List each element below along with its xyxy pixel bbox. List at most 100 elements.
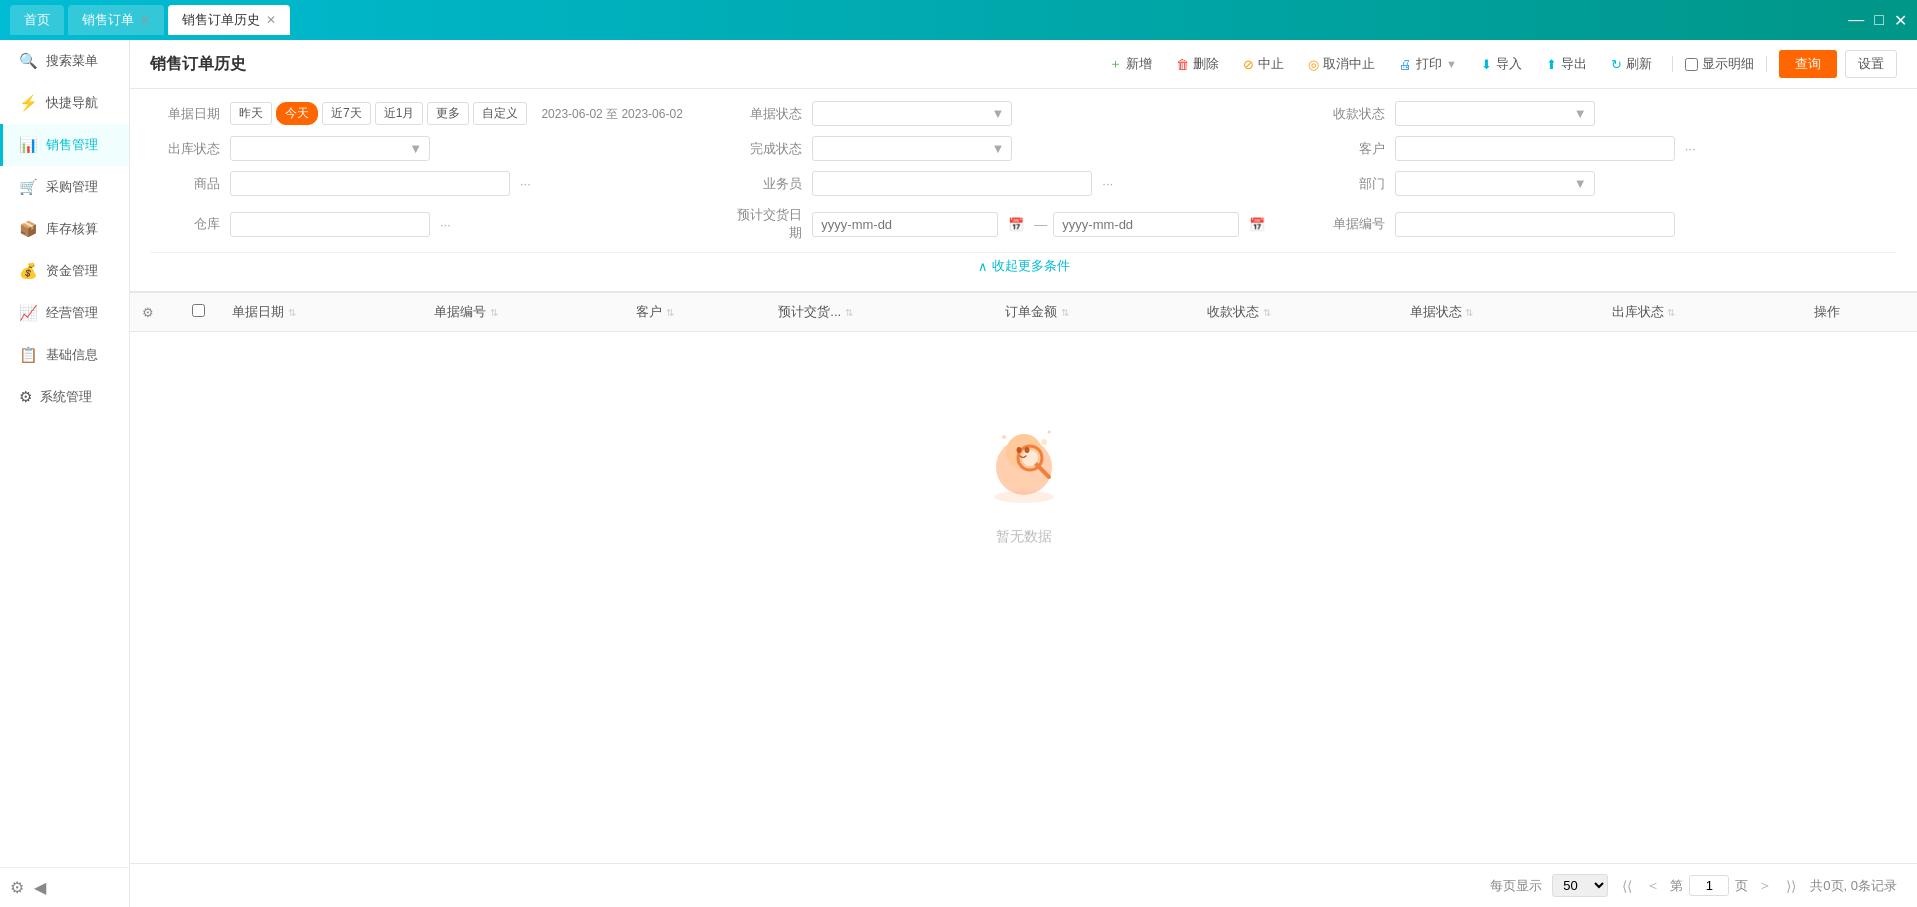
- next-page-btn[interactable]: ＞: [1754, 875, 1776, 897]
- page-size-select[interactable]: 50 10 20 100: [1552, 874, 1608, 897]
- show-detail-text: 显示明细: [1702, 55, 1754, 73]
- purchase-icon: 🛒: [19, 178, 38, 196]
- stop-button[interactable]: ⊘ 中止: [1235, 51, 1292, 77]
- sort-amount-icon[interactable]: ⇅: [1061, 307, 1069, 318]
- cancel-stop-button[interactable]: ◎ 取消中止: [1300, 51, 1383, 77]
- cancel-stop-icon: ◎: [1308, 57, 1319, 72]
- date-btn-today[interactable]: 今天: [276, 102, 318, 125]
- prev-page-btn[interactable]: ＜: [1642, 875, 1664, 897]
- calendar-from-icon[interactable]: 📅: [1008, 217, 1024, 232]
- refresh-button[interactable]: ↻ 刷新: [1603, 51, 1660, 77]
- tab-sales-order-close[interactable]: ✕: [140, 13, 150, 27]
- maximize-icon[interactable]: □: [1874, 11, 1884, 29]
- sort-order-no-icon[interactable]: ⇅: [490, 307, 498, 318]
- setting-button[interactable]: 设置: [1845, 50, 1897, 78]
- receipt-status-select[interactable]: [1395, 101, 1595, 126]
- receipt-status-label: 收款状态: [1315, 105, 1395, 123]
- status-select[interactable]: [812, 101, 1012, 126]
- order-no-label: 单据编号: [1315, 215, 1395, 233]
- calendar-to-icon[interactable]: 📅: [1249, 217, 1265, 232]
- cancel-stop-label: 取消中止: [1323, 55, 1375, 73]
- th-delivery-label: 预计交货...: [778, 304, 841, 319]
- date-btn-1month[interactable]: 近1月: [375, 102, 424, 125]
- order-no-input[interactable]: [1395, 212, 1675, 237]
- date-btn-yesterday[interactable]: 昨天: [230, 102, 272, 125]
- date-btn-custom[interactable]: 自定义: [473, 102, 527, 125]
- product-more-icon[interactable]: ···: [520, 176, 531, 191]
- sidebar-item-inventory-label: 库存核算: [46, 220, 98, 238]
- sidebar-item-finance-label: 资金管理: [46, 262, 98, 280]
- search-button[interactable]: 查询: [1779, 50, 1837, 78]
- sidebar-item-system[interactable]: ⚙ 系统管理: [0, 376, 129, 418]
- sort-customer-icon[interactable]: ⇅: [666, 307, 674, 318]
- add-button[interactable]: ＋ 新增: [1101, 51, 1160, 77]
- sidebar-item-search[interactable]: 🔍 搜索菜单: [0, 40, 129, 82]
- sidebar-item-sales[interactable]: 📊 销售管理: [0, 124, 129, 166]
- sales-icon: 📊: [19, 136, 38, 154]
- sidebar-item-inventory[interactable]: 📦 库存核算: [0, 208, 129, 250]
- export-button[interactable]: ⬆ 导出: [1538, 51, 1595, 77]
- tab-sales-history-close[interactable]: ✕: [266, 13, 276, 27]
- receipt-status-select-wrapper: ▼: [1395, 101, 1595, 126]
- page-number-input[interactable]: [1689, 875, 1729, 896]
- sidebar-item-system-label: 系统管理: [40, 388, 92, 406]
- sidebar-item-quicknav[interactable]: ⚡ 快捷导航: [0, 82, 129, 124]
- print-button[interactable]: 🖨 打印 ▼: [1391, 51, 1465, 77]
- dept-select[interactable]: [1395, 171, 1595, 196]
- sidebar-item-operations[interactable]: 📈 经营管理: [0, 292, 129, 334]
- customer-more-icon[interactable]: ···: [1685, 141, 1696, 156]
- date-btn-more[interactable]: 更多: [427, 102, 469, 125]
- last-page-btn[interactable]: ⟩⟩: [1782, 876, 1800, 896]
- data-table: ⚙ 单据日期 ⇅ 单据编号 ⇅: [130, 292, 1917, 332]
- minimize-icon[interactable]: —: [1848, 11, 1864, 29]
- sidebar-item-finance[interactable]: 💰 资金管理: [0, 250, 129, 292]
- date-quick-btns: 昨天 今天 近7天 近1月 更多 自定义: [230, 102, 527, 125]
- sidebar-item-purchase[interactable]: 🛒 采购管理: [0, 166, 129, 208]
- outbound-select-wrapper: ▼: [230, 136, 430, 161]
- collapse-sidebar-icon[interactable]: ◀: [34, 878, 46, 897]
- delivery-date-to[interactable]: [1053, 212, 1239, 237]
- sort-date-icon[interactable]: ⇅: [288, 307, 296, 318]
- outbound-select[interactable]: [230, 136, 430, 161]
- sort-delivery-icon[interactable]: ⇅: [845, 307, 853, 318]
- table-settings-icon[interactable]: ⚙: [142, 305, 154, 320]
- sidebar-item-search-label: 搜索菜单: [46, 52, 98, 70]
- warehouse-input[interactable]: [230, 212, 430, 237]
- product-input[interactable]: [230, 171, 510, 196]
- refresh-label: 刷新: [1626, 55, 1652, 73]
- svg-point-8: [1002, 435, 1006, 439]
- sort-outbound-icon[interactable]: ⇅: [1667, 307, 1675, 318]
- staff-more-icon[interactable]: ···: [1102, 176, 1113, 191]
- select-all-checkbox[interactable]: [192, 304, 205, 317]
- tab-home[interactable]: 首页: [10, 5, 64, 35]
- sort-receipt-icon[interactable]: ⇅: [1263, 307, 1271, 318]
- tab-sales-history[interactable]: 销售订单历史 ✕: [168, 5, 290, 35]
- staff-input[interactable]: [812, 171, 1092, 196]
- tab-sales-order[interactable]: 销售订单 ✕: [68, 5, 164, 35]
- sort-doc-icon[interactable]: ⇅: [1465, 307, 1473, 318]
- close-icon[interactable]: ✕: [1894, 11, 1907, 30]
- delete-button[interactable]: 🗑 删除: [1168, 51, 1227, 77]
- dept-label: 部门: [1315, 175, 1395, 193]
- customer-label: 客户: [1315, 140, 1395, 158]
- first-page-btn[interactable]: ⟨⟨: [1618, 876, 1636, 896]
- page-size-label: 每页显示: [1490, 877, 1542, 895]
- import-button[interactable]: ⬇ 导入: [1473, 51, 1530, 77]
- refresh-icon: ↻: [1611, 57, 1622, 72]
- gear-icon[interactable]: ⚙: [10, 878, 24, 897]
- collapse-button[interactable]: ∧ 收起更多条件: [978, 257, 1070, 275]
- finance-icon: 💰: [19, 262, 38, 280]
- customer-control: ···: [1395, 136, 1897, 161]
- show-detail-checkbox[interactable]: [1685, 58, 1698, 71]
- customer-input[interactable]: [1395, 136, 1675, 161]
- th-order-no: 单据编号 ⇅: [422, 293, 624, 332]
- export-label: 导出: [1561, 55, 1587, 73]
- warehouse-more-icon[interactable]: ···: [440, 217, 451, 232]
- filter-row-1: 单据日期 昨天 今天 近7天 近1月 更多 自定义 2023-06-02 至 2…: [150, 101, 1897, 126]
- th-settings: ⚙: [130, 293, 180, 332]
- sidebar-item-operations-label: 经营管理: [46, 304, 98, 322]
- delivery-date-from[interactable]: [812, 212, 998, 237]
- complete-select[interactable]: [812, 136, 1012, 161]
- sidebar-item-basic-info[interactable]: 📋 基础信息: [0, 334, 129, 376]
- date-btn-7days[interactable]: 近7天: [322, 102, 371, 125]
